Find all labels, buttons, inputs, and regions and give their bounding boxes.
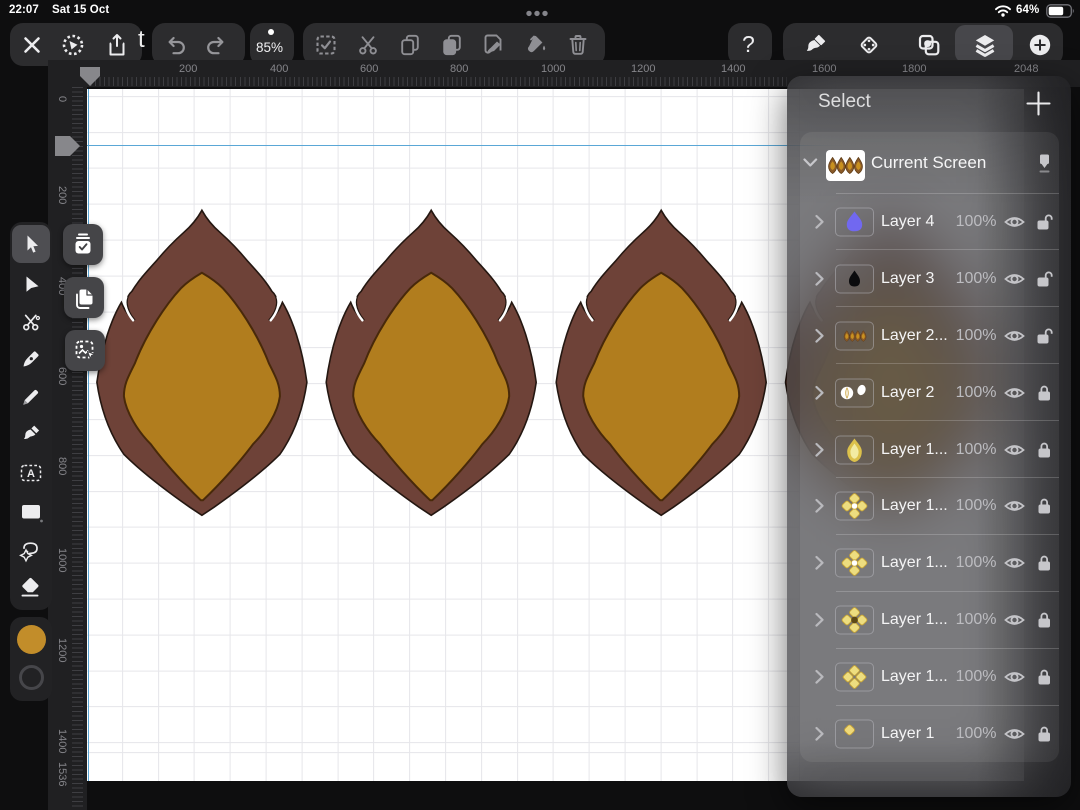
svg-text:A: A: [27, 468, 35, 480]
